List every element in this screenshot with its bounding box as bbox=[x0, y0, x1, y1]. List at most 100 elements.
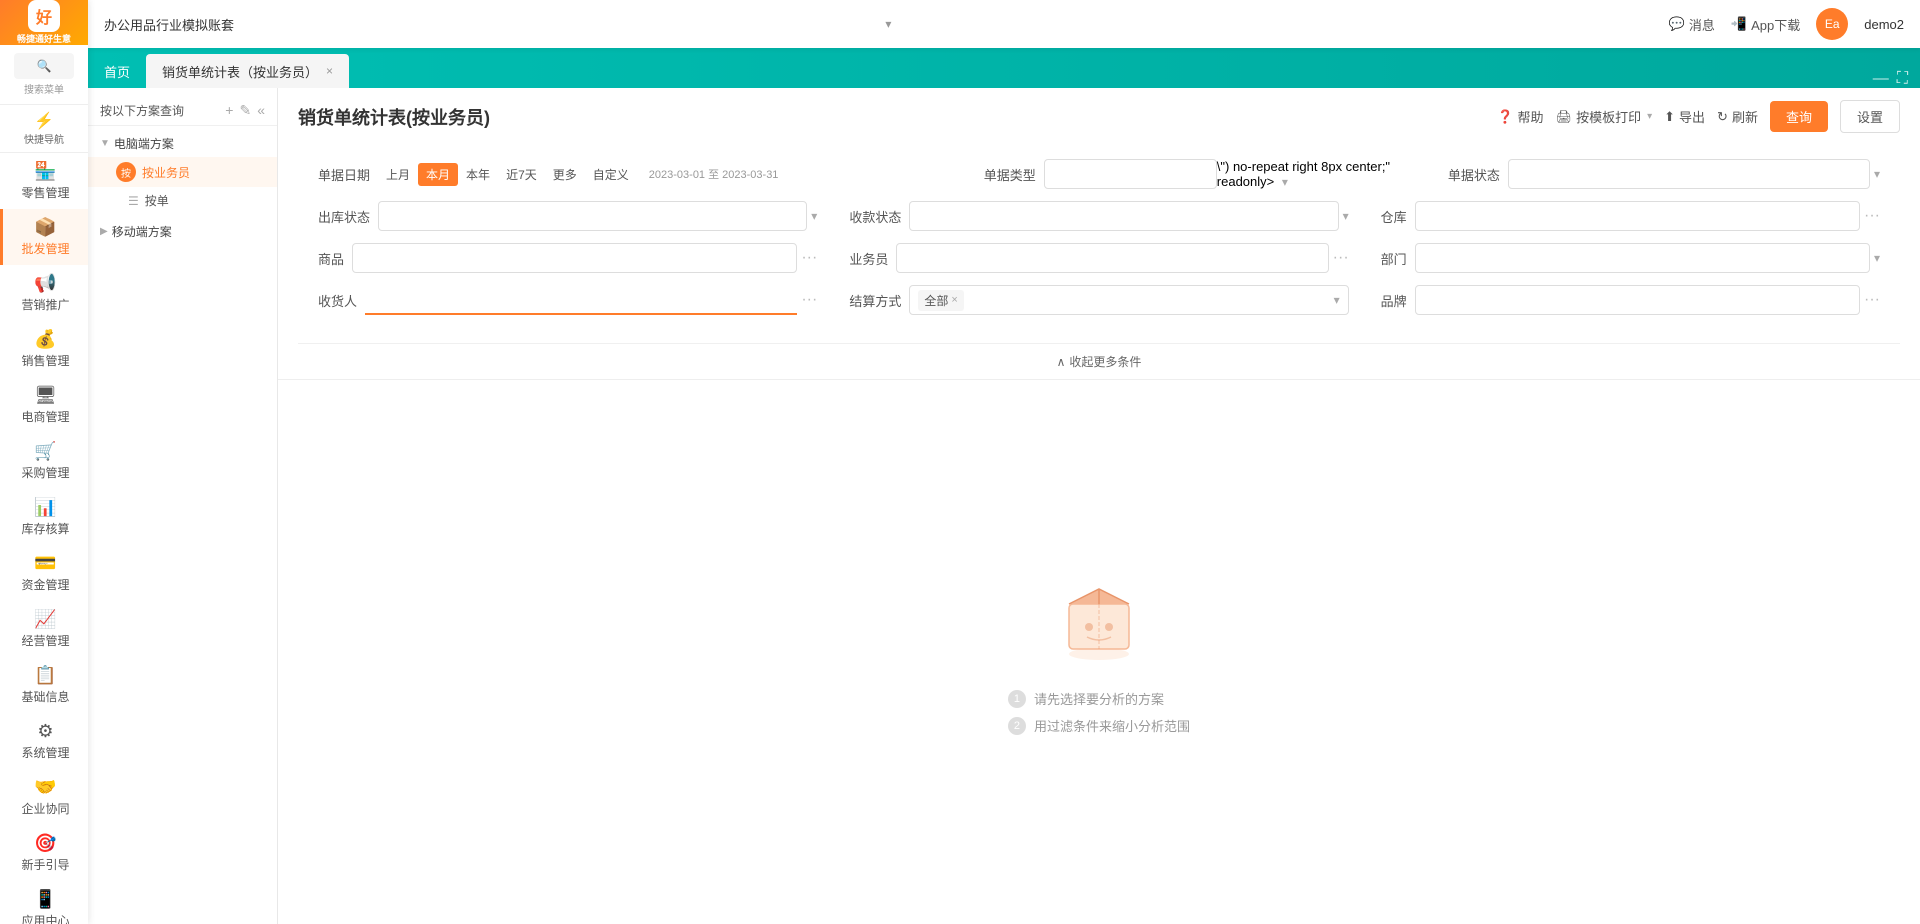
goods-label: 商品 bbox=[318, 249, 344, 268]
download-icon: 📲 bbox=[1731, 16, 1747, 32]
appstore-icon: 📱 bbox=[34, 889, 56, 910]
settings-button[interactable]: 设置 bbox=[1840, 100, 1900, 133]
dept-input[interactable] bbox=[1415, 243, 1870, 273]
sidebar-item-wholesale[interactable]: 📦 批发管理 bbox=[0, 209, 88, 265]
receipt-status-dropdown-icon[interactable]: ▾ bbox=[1343, 209, 1349, 223]
pc-group-header[interactable]: ▼ 电脑端方案 bbox=[88, 130, 277, 157]
sidebar-item-purchase[interactable]: 🛒 采购管理 bbox=[0, 433, 88, 489]
tab-close-button[interactable]: × bbox=[326, 64, 333, 78]
query-button[interactable]: 查询 bbox=[1770, 101, 1828, 132]
plan-sub-item-order[interactable]: ☰ 按单 bbox=[88, 187, 277, 214]
mobile-group-header[interactable]: ▶ 移动端方案 bbox=[88, 218, 277, 245]
sidebar-item-enterprise[interactable]: 🤝 企业协同 bbox=[0, 769, 88, 825]
collapse-panel-button[interactable]: « bbox=[257, 102, 265, 119]
quick-nav-button[interactable]: ⚡ 快捷导航 bbox=[0, 105, 88, 153]
sidebar-item-system[interactable]: ⚙ 系统管理 bbox=[0, 713, 88, 769]
search-icon: 🔍 bbox=[37, 59, 52, 73]
date-tab-more[interactable]: 更多 bbox=[545, 163, 585, 186]
print-button[interactable]: 🖨 按模板打印 ▾ bbox=[1556, 107, 1653, 126]
brand-input[interactable] bbox=[1415, 285, 1860, 315]
tab-maximize-button[interactable]: ⛶ bbox=[1897, 70, 1908, 88]
warehouse-more-icon[interactable]: ··· bbox=[1864, 207, 1880, 225]
sidebar-item-basic[interactable]: 📋 基础信息 bbox=[0, 657, 88, 713]
retail-icon: 🏪 bbox=[34, 161, 56, 182]
empty-tip-1: 1 请先选择要分析的方案 bbox=[1008, 689, 1190, 708]
print-label: 按模板打印 bbox=[1576, 107, 1641, 126]
marketing-icon: 📢 bbox=[34, 273, 56, 294]
doc-status-input[interactable] bbox=[1508, 159, 1870, 189]
tip-2-num: 2 bbox=[1008, 717, 1026, 735]
sidebar-item-marketing[interactable]: 📢 营销推广 bbox=[0, 265, 88, 321]
payment-method-field[interactable]: 全部 × ▾ bbox=[909, 285, 1348, 315]
tabbar: 首页 销货单统计表（按业务员） × — ⛶ bbox=[88, 48, 1920, 88]
brand-more-icon[interactable]: ··· bbox=[1864, 291, 1880, 309]
tab-sales-stat[interactable]: 销货单统计表（按业务员） × bbox=[146, 54, 349, 88]
sales-rep-input[interactable] bbox=[896, 243, 1328, 273]
date-tab-custom[interactable]: 自定义 bbox=[585, 163, 637, 186]
goods-more-icon[interactable]: ··· bbox=[801, 249, 817, 267]
doc-status-dropdown-icon[interactable]: ▾ bbox=[1874, 167, 1880, 181]
sidebar-item-retail[interactable]: 🏪 零售管理 bbox=[0, 153, 88, 209]
payment-method-clear-button[interactable]: × bbox=[951, 294, 957, 306]
receiver-more-icon[interactable]: ··· bbox=[801, 291, 817, 309]
date-tab-current-year[interactable]: 本年 bbox=[458, 163, 498, 186]
out-status-label: 出库状态 bbox=[318, 207, 370, 226]
add-plan-button[interactable]: + bbox=[225, 102, 233, 119]
pc-plan-group: ▼ 电脑端方案 按 按业务员 ☰ 按单 bbox=[88, 130, 277, 214]
warehouse-label: 仓库 bbox=[1381, 207, 1407, 226]
goods-input[interactable] bbox=[352, 243, 797, 273]
plan-dot-icon: 按 bbox=[116, 162, 136, 182]
receiver-input[interactable] bbox=[365, 285, 797, 315]
sidebar-item-newbie[interactable]: 🎯 新手引导 bbox=[0, 825, 88, 881]
sidebar-item-appstore[interactable]: 📱 应用中心 bbox=[0, 881, 88, 924]
doc-type-input[interactable] bbox=[1044, 159, 1217, 189]
date-tabs: 上月 本月 本年 近7天 更多 自定义 bbox=[378, 163, 637, 186]
messages-button[interactable]: 💬 消息 bbox=[1669, 15, 1715, 34]
tab-home[interactable]: 首页 bbox=[88, 54, 146, 88]
date-tab-last7days[interactable]: 近7天 bbox=[498, 163, 545, 186]
export-button[interactable]: ⬆ 导出 bbox=[1664, 107, 1705, 126]
empty-tip-2: 2 用过滤条件来缩小分析范围 bbox=[1008, 716, 1190, 735]
search-menu-button[interactable]: 🔍 bbox=[14, 53, 74, 79]
sidebar-item-ecommerce[interactable]: 🖥 电商管理 bbox=[0, 377, 88, 433]
inventory-label: 库存核算 bbox=[21, 520, 69, 537]
help-button[interactable]: ❓ 帮助 bbox=[1497, 107, 1543, 126]
dept-dropdown-icon[interactable]: ▾ bbox=[1874, 251, 1880, 265]
refresh-button[interactable]: ↻ 刷新 bbox=[1717, 107, 1758, 126]
sales-icon: 💰 bbox=[34, 329, 56, 350]
payment-method-dropdown-icon[interactable]: ▾ bbox=[1334, 293, 1340, 307]
warehouse-input[interactable] bbox=[1415, 201, 1860, 231]
collapse-button[interactable]: ∧ 收起更多条件 bbox=[1045, 350, 1154, 373]
user-avatar[interactable]: Ea bbox=[1816, 8, 1848, 40]
mobile-plan-group: ▶ 移动端方案 bbox=[88, 218, 277, 245]
print-icon: 🖨 bbox=[1556, 109, 1573, 125]
out-status-dropdown-icon[interactable]: ▾ bbox=[811, 209, 817, 223]
tab-expand-area: — ⛶ bbox=[1873, 70, 1920, 88]
dept-label: 部门 bbox=[1381, 249, 1407, 268]
collapse-icon: ∧ bbox=[1057, 355, 1066, 369]
receipt-status-input[interactable] bbox=[909, 201, 1338, 231]
filter-warehouse: 仓库 ··· bbox=[1381, 201, 1880, 231]
app-download-button[interactable]: 📲 App下载 bbox=[1731, 15, 1800, 34]
doc-type-dropdown-icon[interactable]: ▾ bbox=[1282, 175, 1288, 189]
date-tab-prev-month[interactable]: 上月 bbox=[378, 163, 418, 186]
tab-minimize-button[interactable]: — bbox=[1873, 70, 1889, 88]
pc-group-arrow: ▼ bbox=[100, 138, 110, 149]
left-panel-title: 按以下方案查询 bbox=[100, 102, 184, 119]
sidebar-item-inventory[interactable]: 📊 库存核算 bbox=[0, 489, 88, 545]
plan-item-sales-rep[interactable]: 按 按业务员 bbox=[88, 157, 277, 187]
sales-rep-more-icon[interactable]: ··· bbox=[1333, 249, 1349, 267]
sidebar-item-operation[interactable]: 📈 经营管理 bbox=[0, 601, 88, 657]
finance-icon: 💳 bbox=[34, 553, 56, 574]
edit-plan-button[interactable]: ✎ bbox=[239, 102, 251, 119]
enterprise-icon: 🤝 bbox=[34, 777, 56, 798]
sidebar-item-finance[interactable]: 💳 资金管理 bbox=[0, 545, 88, 601]
page-title-row: 销货单统计表(按业务员) ❓ 帮助 🖨 按模板打印 ▾ ⬆ bbox=[298, 100, 1900, 133]
out-status-input[interactable] bbox=[378, 201, 807, 231]
page-header: 销货单统计表(按业务员) ❓ 帮助 🖨 按模板打印 ▾ ⬆ bbox=[278, 88, 1920, 380]
username-label[interactable]: demo2 bbox=[1864, 17, 1904, 32]
topbar-dropdown-icon[interactable]: ▾ bbox=[885, 17, 891, 31]
sidebar-item-sales[interactable]: 💰 销售管理 bbox=[0, 321, 88, 377]
date-tab-current-month[interactable]: 本月 bbox=[418, 163, 458, 186]
sidebar-search-section: 🔍 搜索菜单 bbox=[0, 45, 88, 105]
